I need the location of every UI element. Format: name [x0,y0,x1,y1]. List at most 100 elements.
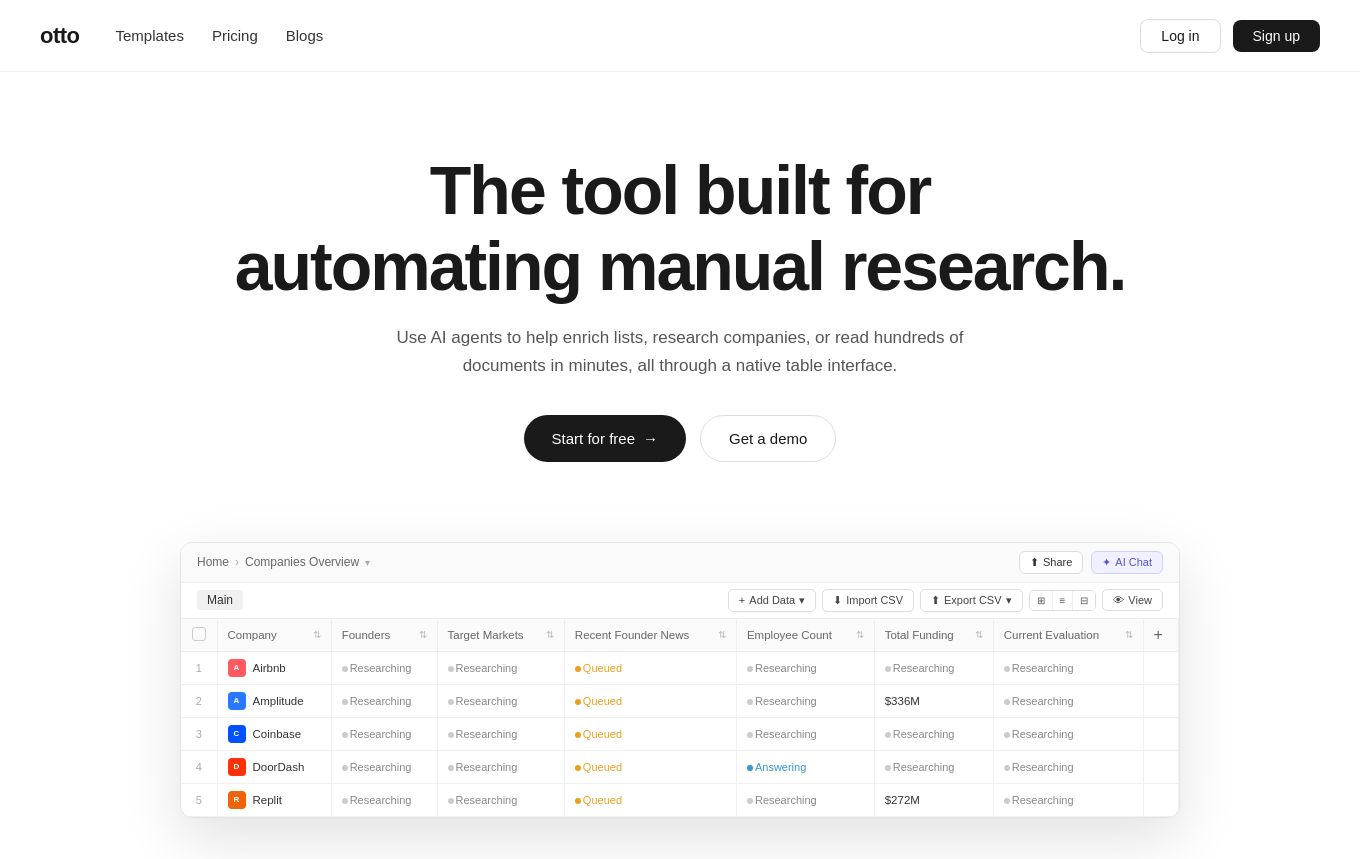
th-founders-sort: ⇅ [419,629,427,640]
cell-researching: Researching [885,728,955,740]
company-name: Replit [253,794,282,806]
row-employee-count: Answering [736,750,874,783]
kanban-view-button[interactable]: ⊟ [1073,591,1095,610]
row-add-cell [1143,750,1178,783]
th-current-eval[interactable]: Current Evaluation ⇅ [993,619,1143,652]
row-recent-news: Queued [564,783,736,816]
row-founders: Researching [331,750,437,783]
th-total-funding[interactable]: Total Funding ⇅ [874,619,993,652]
table-row[interactable]: 3 C Coinbase Researching Researching Que… [181,717,1179,750]
th-company-sort: ⇅ [313,629,321,640]
row-company[interactable]: R Replit [217,783,331,816]
row-add-cell [1143,651,1178,684]
export-csv-button[interactable]: ⬆ Export CSV ▾ [920,589,1022,612]
nav-item-pricing[interactable]: Pricing [212,27,258,45]
th-employee-count[interactable]: Employee Count ⇅ [736,619,874,652]
th-checkbox [181,619,217,652]
row-recent-news: Queued [564,750,736,783]
templates-link[interactable]: Templates [116,27,184,44]
view-button[interactable]: 👁 View [1102,589,1163,611]
row-num: 3 [181,717,217,750]
get-demo-button[interactable]: Get a demo [700,415,836,462]
table-row[interactable]: 5 R Replit Researching Researching Queue… [181,783,1179,816]
row-total-funding: $272M [874,783,993,816]
tab-main[interactable]: Main [197,590,243,610]
arrow-icon: → [643,430,658,447]
header-checkbox[interactable] [192,627,206,641]
blogs-link[interactable]: Blogs [286,27,324,44]
ss-topbar: Home › Companies Overview ▾ ⬆ Share ✦ AI… [181,543,1179,583]
row-company[interactable]: D DoorDash [217,750,331,783]
signup-button[interactable]: Sign up [1233,20,1320,52]
breadcrumb-page[interactable]: Companies Overview [245,555,359,569]
share-button[interactable]: ⬆ Share [1019,551,1083,574]
import-csv-label: Import CSV [846,594,903,606]
cell-researching: Researching [342,761,412,773]
row-current-eval: Researching [993,717,1143,750]
grid-view-button[interactable]: ⊞ [1030,591,1053,610]
toolbar-right: + Add Data ▾ ⬇ Import CSV ⬆ Export CSV ▾… [728,589,1163,612]
table-body: 1 A Airbnb Researching Researching Queue… [181,651,1179,816]
cell-researching: Researching [885,662,955,674]
cell-researching: Researching [747,728,817,740]
export-csv-chevron: ▾ [1006,594,1012,607]
nav-links: Templates Pricing Blogs [116,27,324,45]
th-target-markets-label: Target Markets [448,629,524,641]
cell-queued: Queued [575,794,622,806]
ai-chat-button[interactable]: ✦ AI Chat [1091,551,1163,574]
company-logo: R [228,791,246,809]
hero-buttons: Start for free → Get a demo [524,415,837,462]
row-company[interactable]: A Airbnb [217,651,331,684]
logo[interactable]: otto [40,23,80,49]
import-icon: ⬇ [833,594,842,607]
th-company[interactable]: Company ⇅ [217,619,331,652]
cell-researching: Researching [448,662,518,674]
pricing-link[interactable]: Pricing [212,27,258,44]
th-employee-count-sort: ⇅ [856,629,864,640]
hero-title-line1: The tool built for [430,152,930,228]
row-employee-count: Researching [736,717,874,750]
hero-section: The tool built for automating manual res… [0,72,1360,522]
cell-value: $272M [885,794,920,806]
cell-researching: Researching [342,662,412,674]
row-company[interactable]: A Amplitude [217,684,331,717]
th-recent-news[interactable]: Recent Founder News ⇅ [564,619,736,652]
table-row[interactable]: 1 A Airbnb Researching Researching Queue… [181,651,1179,684]
row-add-cell [1143,684,1178,717]
table-row[interactable]: 4 D DoorDash Researching Researching Que… [181,750,1179,783]
list-view-button[interactable]: ≡ [1053,591,1074,610]
ss-toolbar: Main + Add Data ▾ ⬇ Import CSV ⬆ Export … [181,583,1179,619]
nav-item-blogs[interactable]: Blogs [286,27,324,45]
th-founders[interactable]: Founders ⇅ [331,619,437,652]
import-csv-button[interactable]: ⬇ Import CSV [822,589,914,612]
cell-researching: Researching [448,695,518,707]
navbar: otto Templates Pricing Blogs Log in Sign… [0,0,1360,72]
row-num: 2 [181,684,217,717]
row-num: 1 [181,651,217,684]
app-screenshot: Home › Companies Overview ▾ ⬆ Share ✦ AI… [180,542,1180,818]
add-data-button[interactable]: + Add Data ▾ [728,589,816,612]
get-demo-label: Get a demo [729,430,807,447]
row-company[interactable]: C Coinbase [217,717,331,750]
nav-item-templates[interactable]: Templates [116,27,184,45]
row-recent-news: Queued [564,717,736,750]
row-total-funding: Researching [874,651,993,684]
cell-researching: Researching [1004,761,1074,773]
row-current-eval: Researching [993,783,1143,816]
th-current-eval-label: Current Evaluation [1004,629,1099,641]
view-icon: 👁 [1113,594,1124,606]
company-name: Amplitude [253,695,304,707]
login-button[interactable]: Log in [1140,19,1220,53]
th-target-markets[interactable]: Target Markets ⇅ [437,619,564,652]
th-add-column[interactable]: + [1143,619,1178,652]
start-free-button[interactable]: Start for free → [524,415,686,462]
th-company-label: Company [228,629,277,641]
cell-researching: Researching [1004,794,1074,806]
row-add-cell [1143,717,1178,750]
row-employee-count: Researching [736,783,874,816]
company-name: DoorDash [253,761,305,773]
th-employee-count-label: Employee Count [747,629,832,641]
table-row[interactable]: 2 A Amplitude Researching Researching Qu… [181,684,1179,717]
row-target-markets: Researching [437,783,564,816]
breadcrumb-home[interactable]: Home [197,555,229,569]
